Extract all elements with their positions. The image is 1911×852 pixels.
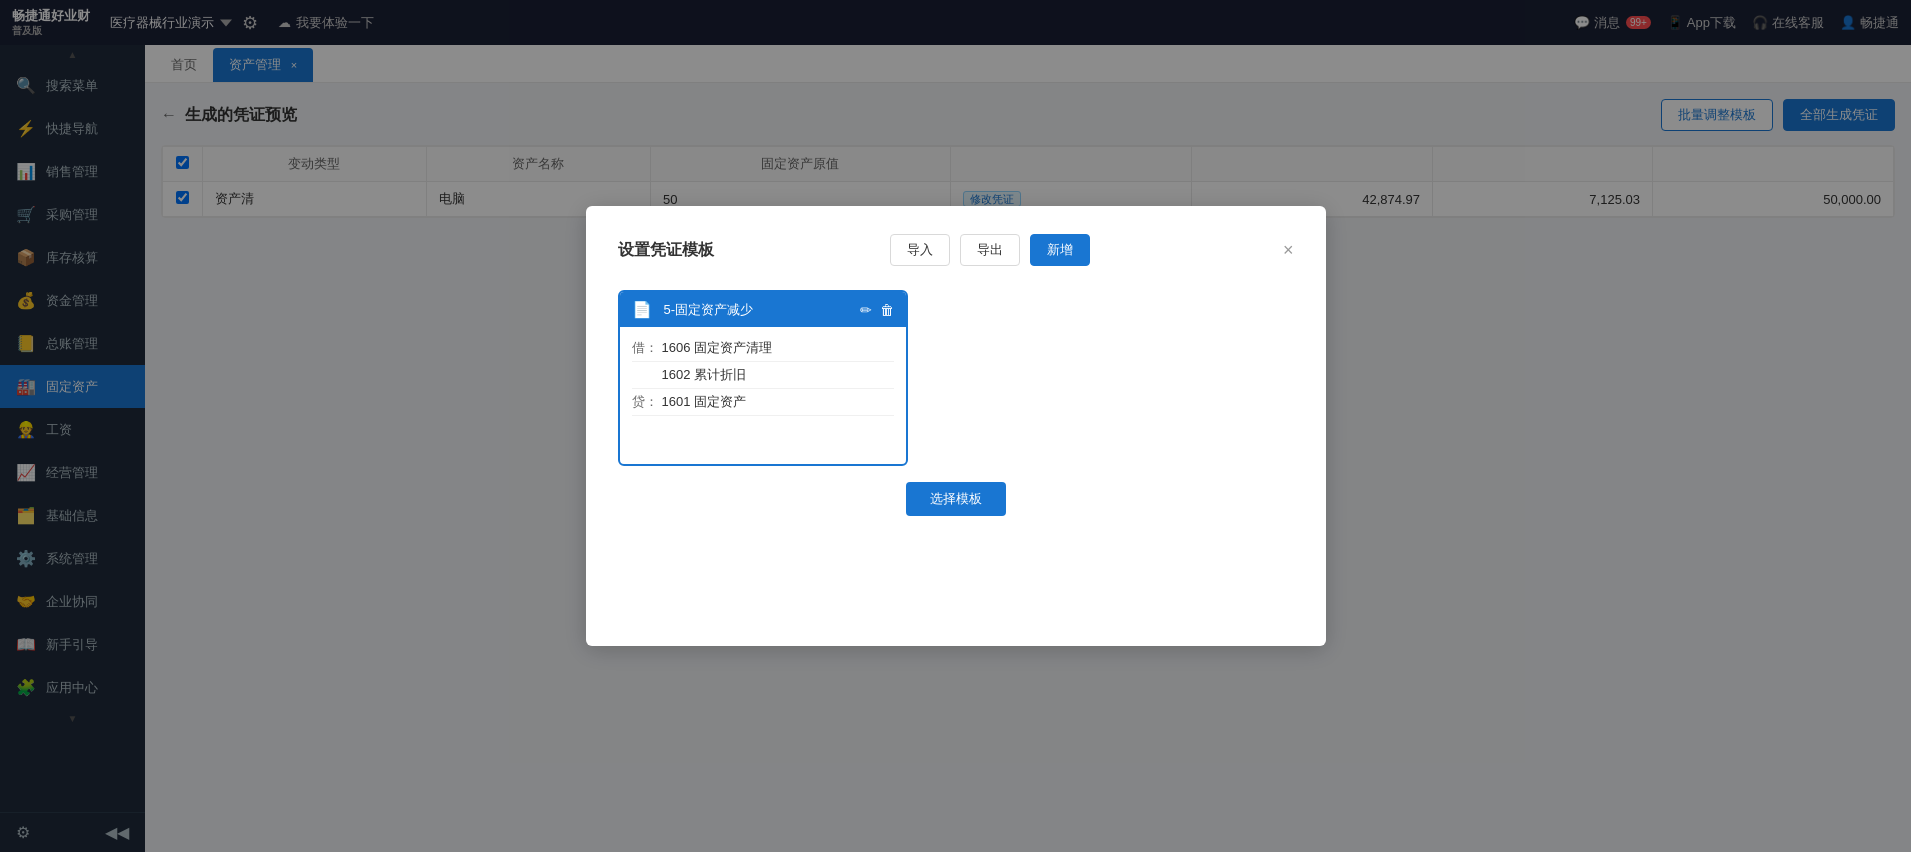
select-template-btn[interactable]: 选择模板 bbox=[906, 482, 1006, 516]
credit-label-1: 贷： bbox=[632, 393, 662, 411]
import-btn[interactable]: 导入 bbox=[890, 234, 950, 266]
debit-label-1: 借： bbox=[632, 339, 662, 357]
modal-header: 设置凭证模板 导入 导出 新增 × bbox=[618, 234, 1294, 266]
modal-close-btn[interactable]: × bbox=[1283, 240, 1294, 261]
set-template-modal: 设置凭证模板 导入 导出 新增 × 📄 5-固定资产减少 ✏ 🗑 bbox=[586, 206, 1326, 646]
export-btn[interactable]: 导出 bbox=[960, 234, 1020, 266]
template-empty-space bbox=[632, 416, 894, 456]
template-card: 📄 5-固定资产减少 ✏ 🗑 借： 1606 固定资产清理 1602 累计折旧 bbox=[618, 290, 908, 466]
template-card-title: 5-固定资产减少 bbox=[664, 301, 852, 319]
template-delete-icon[interactable]: 🗑 bbox=[880, 302, 894, 318]
debit-label-2 bbox=[632, 366, 662, 384]
template-card-doc-icon: 📄 bbox=[632, 300, 652, 319]
template-card-body: 借： 1606 固定资产清理 1602 累计折旧 贷： 1601 固定资产 bbox=[620, 327, 906, 464]
template-debit-row-2: 1602 累计折旧 bbox=[632, 362, 894, 389]
modal-action-buttons: 导入 导出 新增 bbox=[890, 234, 1090, 266]
new-template-btn[interactable]: 新增 bbox=[1030, 234, 1090, 266]
template-card-header-icons: ✏ 🗑 bbox=[860, 302, 894, 318]
modal-title: 设置凭证模板 bbox=[618, 240, 714, 261]
modal-overlay: 设置凭证模板 导入 导出 新增 × 📄 5-固定资产减少 ✏ 🗑 bbox=[0, 0, 1911, 852]
template-credit-row-1: 贷： 1601 固定资产 bbox=[632, 389, 894, 416]
template-card-header: 📄 5-固定资产减少 ✏ 🗑 bbox=[620, 292, 906, 327]
debit-account-1: 1606 固定资产清理 bbox=[662, 339, 894, 357]
credit-account-1: 1601 固定资产 bbox=[662, 393, 894, 411]
template-debit-row-1: 借： 1606 固定资产清理 bbox=[632, 335, 894, 362]
debit-account-2: 1602 累计折旧 bbox=[662, 366, 894, 384]
app-container: 畅捷通好业财 普及版 医疗器械行业演示 ⚙ ☁ 我要体验一下 💬 消息 99+ … bbox=[0, 0, 1911, 852]
template-edit-icon[interactable]: ✏ bbox=[860, 302, 872, 318]
